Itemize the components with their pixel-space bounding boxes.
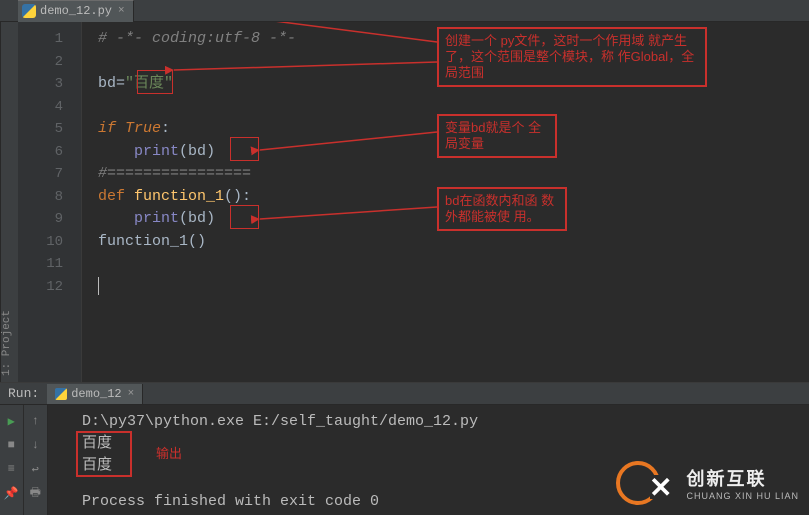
line-gutter: 1 2 3 4 5 6 7 8 9 10 11 12	[18, 22, 82, 382]
line-number: 4	[18, 96, 81, 119]
watermark-logo: 创新互联 CHUANG XIN HU LIAN	[616, 461, 799, 505]
code-text: if	[98, 120, 125, 137]
code-text: bd	[98, 75, 116, 92]
line-number: 12	[18, 276, 81, 299]
run-header: Run: demo_12 ×	[0, 383, 809, 405]
code-text: "百度"	[125, 75, 173, 92]
run-toolbar: ▶ ■ ≡ 📌 ↑ ↓ ↩ 🖶	[0, 405, 48, 515]
console-line: 百度	[82, 433, 797, 455]
code-area[interactable]: # -*- coding:utf-8 -*- bd="百度" if True: …	[82, 22, 809, 382]
code-text: #================	[98, 165, 251, 182]
editor-tabbar: demo_12.py ×	[0, 0, 809, 22]
line-number: 7	[18, 163, 81, 186]
watermark-en: CHUANG XIN HU LIAN	[686, 491, 799, 501]
file-tab-label: demo_12.py	[40, 4, 112, 18]
run-tab[interactable]: demo_12 ×	[47, 384, 143, 404]
file-tab[interactable]: demo_12.py ×	[18, 0, 134, 22]
code-text: # -*- coding:utf-8 -*-	[98, 30, 296, 47]
line-number: 9	[18, 208, 81, 231]
line-number: 3	[18, 73, 81, 96]
close-icon[interactable]: ×	[128, 388, 135, 400]
rerun-button[interactable]: ▶	[1, 411, 21, 431]
annotation-label: 输出	[156, 443, 182, 465]
annotation-box: 创建一个 py文件，这时一个作用域 就产生了，这个范围是整个模块，称 作Glob…	[437, 27, 707, 87]
line-number: 6	[18, 141, 81, 164]
line-number: 5	[18, 118, 81, 141]
line-number: 11	[18, 253, 81, 276]
up-button[interactable]: ↑	[25, 411, 45, 431]
close-icon[interactable]: ×	[118, 5, 125, 17]
text-caret	[98, 277, 99, 295]
line-number: 10	[18, 231, 81, 254]
line-number: 2	[18, 51, 81, 74]
pin-button[interactable]: 📌	[1, 483, 21, 503]
code-editor: 1 2 3 4 5 6 7 8 9 10 11 12 # -*- coding:…	[18, 22, 809, 382]
project-tool-handle[interactable]: 1: Project	[0, 22, 18, 382]
line-number: 1	[18, 28, 81, 51]
code-text: print	[134, 210, 179, 227]
python-icon	[55, 388, 67, 400]
line-number: 8	[18, 186, 81, 209]
python-icon	[22, 4, 36, 18]
code-text: function_1	[134, 188, 224, 205]
annotation-box: bd在函数内和函 数外都能被使 用。	[437, 187, 567, 231]
annotation-box: 变量bd就是个 全局变量	[437, 114, 557, 158]
print-button[interactable]: 🖶	[25, 483, 45, 503]
code-text: True	[125, 120, 161, 137]
code-text: def	[98, 188, 134, 205]
stop-button[interactable]: ■	[1, 435, 21, 455]
wrap-button[interactable]: ↩	[25, 459, 45, 479]
code-text: function_1	[98, 233, 188, 250]
watermark-zh: 创新互联	[686, 465, 799, 491]
run-tab-label: demo_12	[71, 387, 121, 401]
down-button[interactable]: ↓	[25, 435, 45, 455]
code-text: print	[134, 143, 179, 160]
console-line: D:\py37\python.exe E:/self_taught/demo_1…	[82, 411, 797, 433]
code-text: :	[161, 120, 170, 137]
layout-button[interactable]: ≡	[1, 459, 21, 479]
logo-icon	[616, 461, 660, 505]
run-label: Run:	[8, 386, 39, 401]
